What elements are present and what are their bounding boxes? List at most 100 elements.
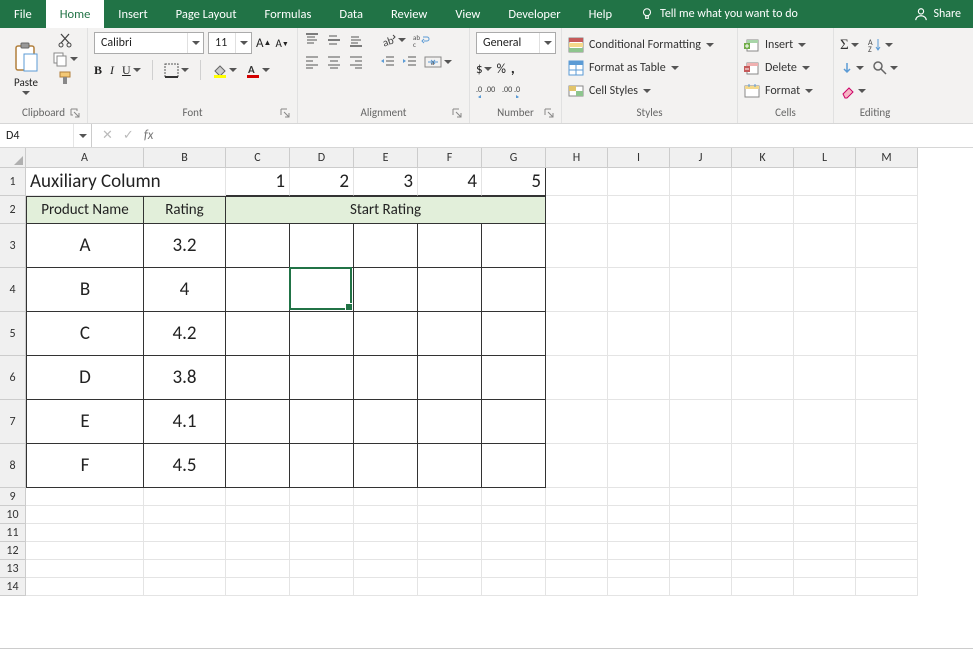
select-all-corner[interactable]	[0, 148, 26, 168]
tab-developer[interactable]: Developer	[494, 0, 574, 28]
cell[interactable]	[546, 560, 608, 578]
font-name-combo[interactable]: Calibri	[94, 32, 204, 54]
cell[interactable]	[354, 488, 418, 506]
cell[interactable]	[226, 400, 290, 444]
tab-page-layout[interactable]: Page Layout	[162, 0, 251, 28]
cell[interactable]: 4.5	[144, 444, 226, 488]
clipboard-dialog-launcher[interactable]	[69, 107, 81, 119]
cell[interactable]	[226, 578, 290, 596]
cell[interactable]	[856, 224, 918, 268]
row-header[interactable]: 5	[0, 312, 26, 356]
column-header[interactable]: E	[354, 148, 418, 168]
cell[interactable]	[354, 524, 418, 542]
cell[interactable]	[144, 578, 226, 596]
cell[interactable]	[794, 506, 856, 524]
cell[interactable]	[546, 356, 608, 400]
cell[interactable]	[856, 312, 918, 356]
align-center-button[interactable]	[326, 54, 342, 70]
cell[interactable]: 3	[354, 168, 418, 196]
row-header[interactable]: 7	[0, 400, 26, 444]
fill-color-button[interactable]	[212, 63, 237, 78]
cell[interactable]	[608, 444, 670, 488]
cell[interactable]	[546, 224, 608, 268]
cell[interactable]	[226, 542, 290, 560]
cell[interactable]	[144, 506, 226, 524]
row-header[interactable]: 13	[0, 560, 26, 578]
cell[interactable]	[732, 560, 794, 578]
cell[interactable]	[482, 488, 546, 506]
column-header[interactable]: G	[482, 148, 546, 168]
tab-data[interactable]: Data	[325, 0, 377, 28]
cell[interactable]	[856, 488, 918, 506]
cell[interactable]: 3.8	[144, 356, 226, 400]
cell[interactable]	[608, 506, 670, 524]
cell[interactable]	[546, 168, 608, 196]
cell[interactable]	[354, 444, 418, 488]
cell[interactable]	[226, 268, 290, 312]
cell[interactable]	[418, 268, 482, 312]
cell[interactable]	[144, 542, 226, 560]
cell[interactable]	[732, 168, 794, 196]
cell[interactable]: B	[26, 268, 144, 312]
cell[interactable]	[290, 524, 354, 542]
row-header[interactable]: 6	[0, 356, 26, 400]
cell[interactable]	[418, 400, 482, 444]
tab-review[interactable]: Review	[377, 0, 441, 28]
cell[interactable]	[482, 400, 546, 444]
cell[interactable]	[418, 356, 482, 400]
cell[interactable]	[226, 224, 290, 268]
row-header[interactable]: 2	[0, 196, 26, 224]
cell[interactable]	[226, 356, 290, 400]
cell[interactable]	[290, 444, 354, 488]
cell[interactable]	[290, 506, 354, 524]
cell[interactable]	[546, 488, 608, 506]
cell[interactable]	[608, 524, 670, 542]
align-bottom-button[interactable]	[348, 32, 364, 48]
cell[interactable]	[26, 560, 144, 578]
merge-center-button[interactable]: a	[424, 54, 452, 70]
cell[interactable]	[732, 524, 794, 542]
cell[interactable]	[732, 356, 794, 400]
tab-insert[interactable]: Insert	[104, 0, 161, 28]
sort-filter-button[interactable]: AZ	[867, 35, 893, 55]
wrap-text-button[interactable]: abc	[412, 32, 430, 48]
cell[interactable]	[794, 524, 856, 542]
cell[interactable]	[482, 268, 546, 312]
cell[interactable]	[418, 506, 482, 524]
cell[interactable]	[144, 488, 226, 506]
decrease-decimal-button[interactable]: .00.0	[502, 84, 522, 98]
cell[interactable]	[354, 312, 418, 356]
cell[interactable]	[670, 224, 732, 268]
cell[interactable]: F	[26, 444, 144, 488]
cell[interactable]	[226, 312, 290, 356]
cell[interactable]	[608, 356, 670, 400]
font-dialog-launcher[interactable]	[279, 107, 291, 119]
increase-decimal-button[interactable]: .0.00	[476, 84, 496, 98]
cell[interactable]	[732, 400, 794, 444]
cell[interactable]	[290, 224, 354, 268]
cell[interactable]	[794, 224, 856, 268]
orientation-button[interactable]: ab	[380, 32, 406, 48]
cell[interactable]	[670, 196, 732, 224]
cell[interactable]	[732, 268, 794, 312]
cell[interactable]	[794, 356, 856, 400]
italic-button[interactable]: I	[110, 63, 114, 78]
cell[interactable]	[856, 400, 918, 444]
format-cells-button[interactable]: Format	[744, 81, 827, 101]
cell[interactable]	[670, 268, 732, 312]
cell[interactable]: 4.1	[144, 400, 226, 444]
cell[interactable]	[290, 560, 354, 578]
cell[interactable]: 4	[418, 168, 482, 196]
bold-button[interactable]: B	[94, 63, 102, 78]
cell[interactable]	[26, 506, 144, 524]
increase-indent-button[interactable]	[402, 54, 418, 70]
cell[interactable]	[482, 444, 546, 488]
cell[interactable]	[418, 444, 482, 488]
cell[interactable]	[670, 168, 732, 196]
decrease-indent-button[interactable]	[380, 54, 396, 70]
cell[interactable]: C	[26, 312, 144, 356]
cell[interactable]	[608, 488, 670, 506]
cell[interactable]	[794, 560, 856, 578]
percent-format-button[interactable]: %	[497, 62, 506, 77]
cell[interactable]	[608, 312, 670, 356]
